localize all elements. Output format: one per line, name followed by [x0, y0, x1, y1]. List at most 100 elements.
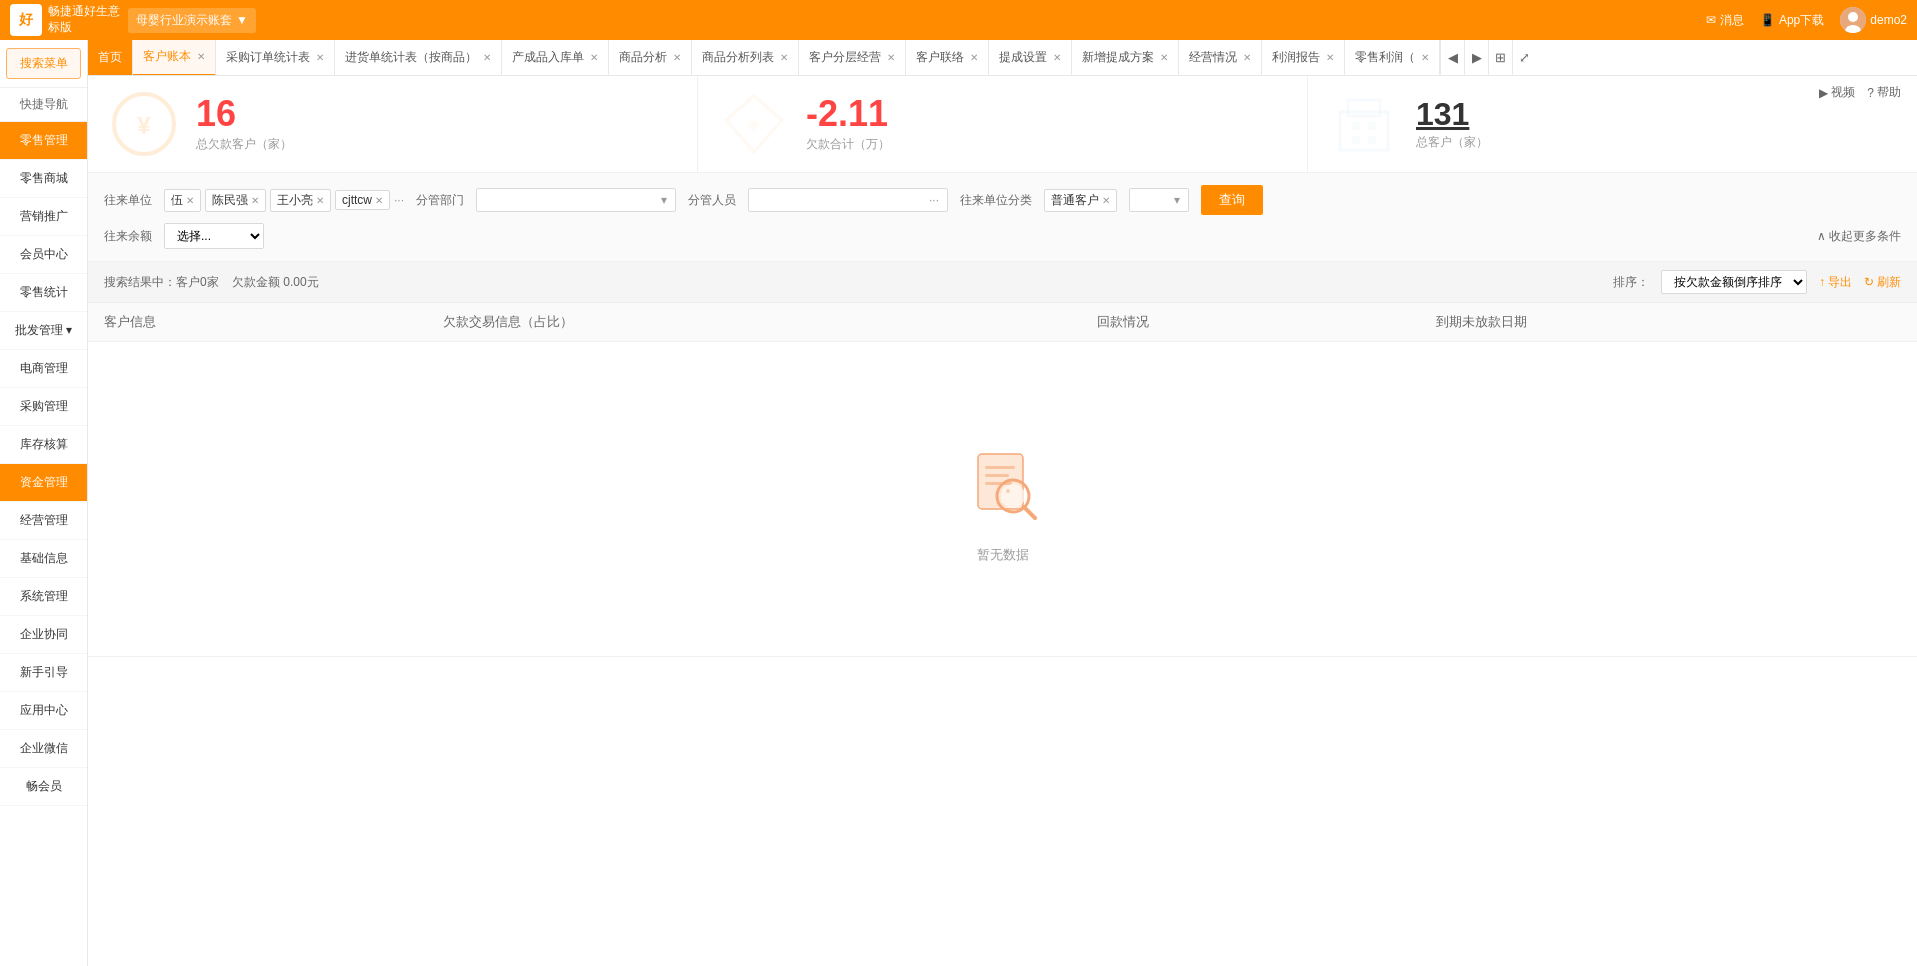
svg-rect-11: [1352, 136, 1360, 144]
result-info: 搜索结果中：客户0家 欠款金额 0.00元: [104, 274, 319, 291]
remove-unit-wang[interactable]: ✕: [316, 195, 324, 206]
doc-help-btn[interactable]: ? 帮助: [1867, 84, 1901, 101]
sidebar-item-newbie[interactable]: 新手引导: [0, 654, 87, 692]
tab-profit-report[interactable]: 利润报告 ✕: [1262, 40, 1345, 76]
tab-close-operation-status[interactable]: ✕: [1243, 52, 1251, 63]
diamond-icon: ◈: [722, 92, 786, 156]
filter-area: 往来单位 伍 ✕ 陈民强 ✕ 王小亮: [88, 173, 1917, 262]
app-download-btn[interactable]: 📱 App下载: [1760, 12, 1824, 29]
tab-customer-tier[interactable]: 客户分层经营 ✕: [799, 40, 906, 76]
stat-overdue-customers: ¥ 16 总欠款客户（家）: [88, 76, 698, 172]
remove-unit-cjttcw[interactable]: ✕: [375, 195, 383, 206]
sidebar-item-wechat[interactable]: 企业微信: [0, 730, 87, 768]
tab-menu[interactable]: ⊞: [1488, 40, 1512, 76]
sidebar-item-cooperation[interactable]: 企业协同: [0, 616, 87, 654]
sidebar-item-marketing[interactable]: 营销推广: [0, 198, 87, 236]
tab-close-customer-tier[interactable]: ✕: [887, 52, 895, 63]
balance-filter-label: 往来余额: [104, 228, 152, 245]
svg-rect-15: [985, 474, 1009, 477]
unit-class-filter-select[interactable]: ▾: [1129, 188, 1189, 212]
sidebar-item-batch-manage[interactable]: 批发管理 ▾: [0, 312, 87, 350]
stat-overdue-customers-label: 总欠款客户（家）: [196, 136, 292, 153]
search-menu-btn[interactable]: 搜索菜单: [6, 48, 81, 79]
tab-home[interactable]: 首页: [88, 40, 133, 76]
tab-operation-status[interactable]: 经营情况 ✕: [1179, 40, 1262, 76]
tab-product-inbound[interactable]: 产成品入库单 ✕: [502, 40, 609, 76]
quick-nav-btn[interactable]: 快捷导航: [0, 88, 87, 122]
message-btn[interactable]: ✉ 消息: [1706, 12, 1744, 29]
sidebar-item-member-center[interactable]: 会员中心: [0, 236, 87, 274]
tab-customer-contact[interactable]: 客户联络 ✕: [906, 40, 989, 76]
unit-class-arrow-icon: ▾: [1174, 193, 1180, 207]
tab-close-inbound-stats[interactable]: ✕: [483, 52, 491, 63]
stat-overdue-amount-label: 欠款合计（万）: [806, 136, 890, 153]
avatar: [1840, 7, 1866, 33]
tab-inbound-stats[interactable]: 进货单统计表（按商品） ✕: [335, 40, 502, 76]
sidebar-item-app-center[interactable]: 应用中心: [0, 692, 87, 730]
sidebar-item-basic-info[interactable]: 基础信息: [0, 540, 87, 578]
result-actions: 排序： 按欠款金额倒序排序 ↑ 导出 ↻ 刷新: [1613, 270, 1901, 294]
tab-close-product-inbound[interactable]: ✕: [590, 52, 598, 63]
sidebar-item-retail-mall[interactable]: 零售商城: [0, 160, 87, 198]
remove-unit-class-normal[interactable]: ✕: [1102, 195, 1110, 206]
tab-close-product-analysis-list[interactable]: ✕: [780, 52, 788, 63]
empty-state: 暂无数据: [104, 354, 1901, 644]
tab-raise-settings[interactable]: 提成设置 ✕: [989, 40, 1072, 76]
svg-rect-9: [1352, 122, 1360, 130]
unit-class-filter-label: 往来单位分类: [960, 192, 1032, 209]
search-result-bar: 搜索结果中：客户0家 欠款金额 0.00元 排序： 按欠款金额倒序排序 ↑ 导出: [88, 262, 1917, 303]
sidebar-item-ecommerce[interactable]: 电商管理: [0, 350, 87, 388]
svg-line-19: [1024, 507, 1035, 518]
unit-class-tag-normal: 普通客户 ✕: [1044, 189, 1117, 212]
sidebar-item-purchase[interactable]: 采购管理: [0, 388, 87, 426]
sidebar-item-retail-manage[interactable]: 零售管理: [0, 122, 87, 160]
video-help-btn[interactable]: ▶ 视频: [1819, 84, 1855, 101]
sidebar-item-finance[interactable]: 资金管理: [0, 464, 87, 502]
svg-rect-14: [985, 466, 1015, 469]
dept-filter-select[interactable]: ▾: [476, 188, 676, 212]
tab-customer-book[interactable]: 客户账本 ✕: [133, 40, 216, 76]
tab-retail-profit[interactable]: 零售利润（ ✕: [1345, 40, 1440, 76]
col-repayment: 回款情况: [1081, 303, 1420, 342]
query-btn[interactable]: 查询: [1201, 185, 1263, 215]
sidebar-item-retail-stats[interactable]: 零售统计: [0, 274, 87, 312]
refresh-btn[interactable]: ↻ 刷新: [1864, 274, 1901, 291]
sidebar-item-member[interactable]: 畅会员: [0, 768, 87, 806]
unit-tag-wu: 伍 ✕: [164, 189, 201, 212]
filter-more-btn[interactable]: ···: [394, 193, 404, 207]
tab-close-purchase-stats[interactable]: ✕: [316, 52, 324, 63]
balance-filter-select[interactable]: 选择...: [164, 223, 264, 249]
tab-close-add-solution[interactable]: ✕: [1160, 52, 1168, 63]
sort-select[interactable]: 按欠款金额倒序排序: [1661, 270, 1807, 294]
stat-overdue-amount: ◈ -2.11 欠款合计（万）: [698, 76, 1308, 172]
tab-scroll-left[interactable]: ◀: [1440, 40, 1464, 76]
sidebar-item-system[interactable]: 系统管理: [0, 578, 87, 616]
tab-close-raise-settings[interactable]: ✕: [1053, 52, 1061, 63]
tab-expand[interactable]: ⤢: [1512, 40, 1536, 76]
stat-total-customers-info: 131 总客户（家）: [1416, 98, 1488, 151]
stat-total-customers-label: 总客户（家）: [1416, 134, 1488, 151]
tab-scroll-right[interactable]: ▶: [1464, 40, 1488, 76]
stat-overdue-amount-value: -2.11: [806, 96, 890, 132]
stat-overdue-customers-value: 16: [196, 96, 292, 132]
person-filter-select[interactable]: ···: [748, 188, 948, 212]
person-filter-label: 分管人员: [688, 192, 736, 209]
remove-unit-wu[interactable]: ✕: [186, 195, 194, 206]
sidebar: 搜索菜单 快捷导航 零售管理 零售商城 营销推广 会员中心 零售统计 批发管理 …: [0, 40, 88, 966]
collapse-filter-btn[interactable]: ∧ 收起更多条件: [1817, 228, 1901, 245]
export-btn[interactable]: ↑ 导出: [1819, 274, 1852, 291]
tab-add-solution[interactable]: 新增提成方案 ✕: [1072, 40, 1179, 76]
tab-product-analysis-list[interactable]: 商品分析列表 ✕: [692, 40, 799, 76]
remove-unit-chen[interactable]: ✕: [251, 195, 259, 206]
tab-product-analysis[interactable]: 商品分析 ✕: [609, 40, 692, 76]
sidebar-item-operation[interactable]: 经营管理: [0, 502, 87, 540]
user-menu[interactable]: demo2: [1840, 7, 1907, 33]
tab-purchase-stats[interactable]: 采购订单统计表 ✕: [216, 40, 335, 76]
sidebar-item-inventory[interactable]: 库存核算: [0, 426, 87, 464]
tab-close-retail-profit[interactable]: ✕: [1421, 52, 1429, 63]
tab-close-customer-book[interactable]: ✕: [197, 51, 205, 62]
tab-close-profit-report[interactable]: ✕: [1326, 52, 1334, 63]
workspace-selector[interactable]: 母婴行业演示账套 ▼: [128, 8, 256, 33]
tab-close-product-analysis[interactable]: ✕: [673, 52, 681, 63]
tab-close-customer-contact[interactable]: ✕: [970, 52, 978, 63]
